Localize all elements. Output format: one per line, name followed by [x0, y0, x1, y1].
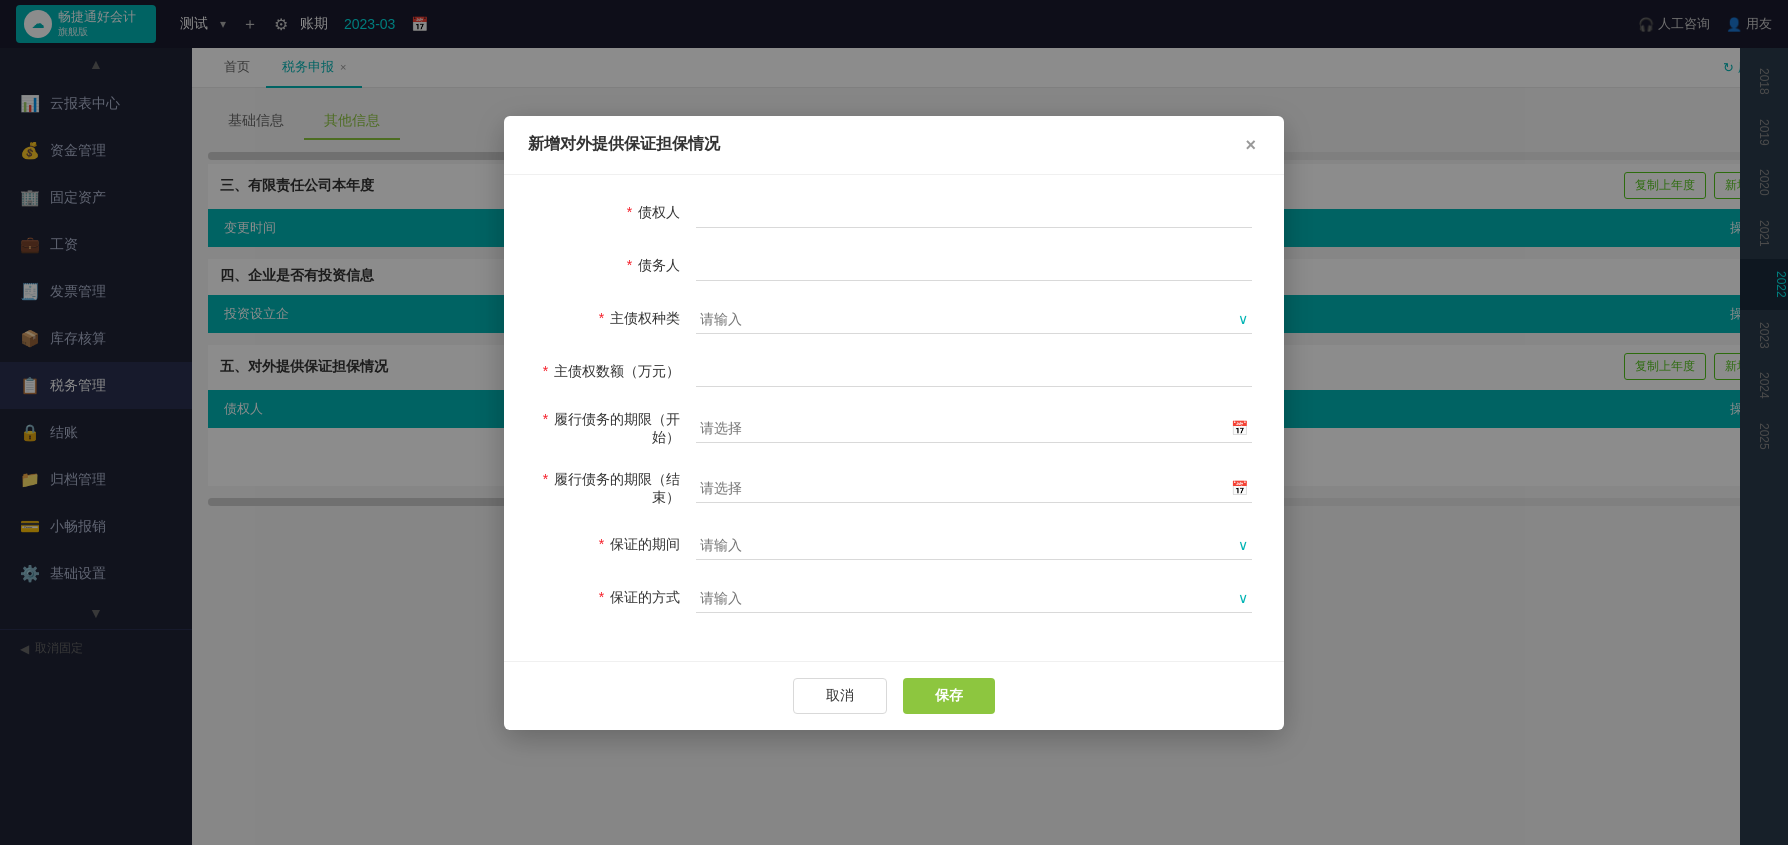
form-row-debtor: * 债务人: [536, 252, 1252, 281]
dropdown-arrow-guarantee-period[interactable]: ∨: [1234, 537, 1252, 553]
dialog-title: 新增对外提供保证担保情况: [528, 134, 720, 155]
input-creditor[interactable]: [696, 199, 1252, 228]
input-debtor[interactable]: [696, 252, 1252, 281]
dialog-body: * 债权人 * 债务人 * 主债权种类: [504, 175, 1284, 661]
dialog-header: 新增对外提供保证担保情况 ×: [504, 116, 1284, 175]
input-guarantee-period[interactable]: [696, 531, 1234, 559]
required-mark-6: *: [543, 471, 548, 487]
form-label-period-end: * 履行债务的期限（结束）: [536, 471, 696, 507]
label-text-3: 主债权种类: [610, 310, 680, 326]
form-label-claim-type: * 主债权种类: [536, 310, 696, 328]
input-claim-type[interactable]: [696, 305, 1234, 333]
form-label-claim-amount: * 主债权数额（万元）: [536, 363, 696, 381]
label-text-7: 保证的期间: [610, 536, 680, 552]
form-label-debtor: * 债务人: [536, 257, 696, 275]
form-label-creditor: * 债权人: [536, 204, 696, 222]
date-wrap-start: 📅: [696, 414, 1252, 443]
form-row-period-start: * 履行债务的期限（开始） 📅: [536, 411, 1252, 447]
form-row-period-end: * 履行债务的期限（结束） 📅: [536, 471, 1252, 507]
required-mark-4: *: [543, 363, 548, 379]
form-row-guarantee-period: * 保证的期间 ∨: [536, 531, 1252, 560]
required-mark: *: [627, 204, 632, 220]
select-wrap-guarantee-method: ∨: [696, 584, 1252, 613]
form-row-claim-type: * 主债权种类 ∨: [536, 305, 1252, 334]
label-text: 债权人: [638, 204, 680, 220]
required-mark-7: *: [599, 536, 604, 552]
label-text-5: 履行债务的期限（开始）: [554, 411, 680, 445]
label-text-4: 主债权数额（万元）: [554, 363, 680, 379]
dialog: 新增对外提供保证担保情况 × * 债权人 * 债务人: [504, 116, 1284, 730]
form-label-guarantee-method: * 保证的方式: [536, 589, 696, 607]
dropdown-arrow-claim-type[interactable]: ∨: [1234, 311, 1252, 327]
form-row-claim-amount: * 主债权数额（万元）: [536, 358, 1252, 387]
select-wrap-guarantee-period: ∨: [696, 531, 1252, 560]
input-period-end[interactable]: [696, 474, 1227, 502]
label-text-8: 保证的方式: [610, 589, 680, 605]
dropdown-arrow-guarantee-method[interactable]: ∨: [1234, 590, 1252, 606]
select-wrap-claim-type: ∨: [696, 305, 1252, 334]
date-wrap-end: 📅: [696, 474, 1252, 503]
form-row-guarantee-method: * 保证的方式 ∨: [536, 584, 1252, 613]
calendar-icon-end[interactable]: 📅: [1227, 480, 1252, 496]
dialog-overlay: 新增对外提供保证担保情况 × * 债权人 * 债务人: [0, 0, 1788, 845]
input-period-start[interactable]: [696, 414, 1227, 442]
save-button[interactable]: 保存: [903, 678, 995, 714]
form-label-period-start: * 履行债务的期限（开始）: [536, 411, 696, 447]
cancel-button[interactable]: 取消: [793, 678, 887, 714]
required-mark-8: *: [599, 589, 604, 605]
form-row-creditor: * 债权人: [536, 199, 1252, 228]
dialog-close-button[interactable]: ×: [1241, 132, 1260, 158]
required-mark-3: *: [599, 310, 604, 326]
required-mark-2: *: [627, 257, 632, 273]
input-guarantee-method[interactable]: [696, 584, 1234, 612]
input-claim-amount[interactable]: [696, 358, 1252, 387]
required-mark-5: *: [543, 411, 548, 427]
form-label-guarantee-period: * 保证的期间: [536, 536, 696, 554]
dialog-footer: 取消 保存: [504, 661, 1284, 730]
label-text-6: 履行债务的期限（结束）: [554, 471, 680, 505]
calendar-icon-start[interactable]: 📅: [1227, 420, 1252, 436]
label-text-2: 债务人: [638, 257, 680, 273]
